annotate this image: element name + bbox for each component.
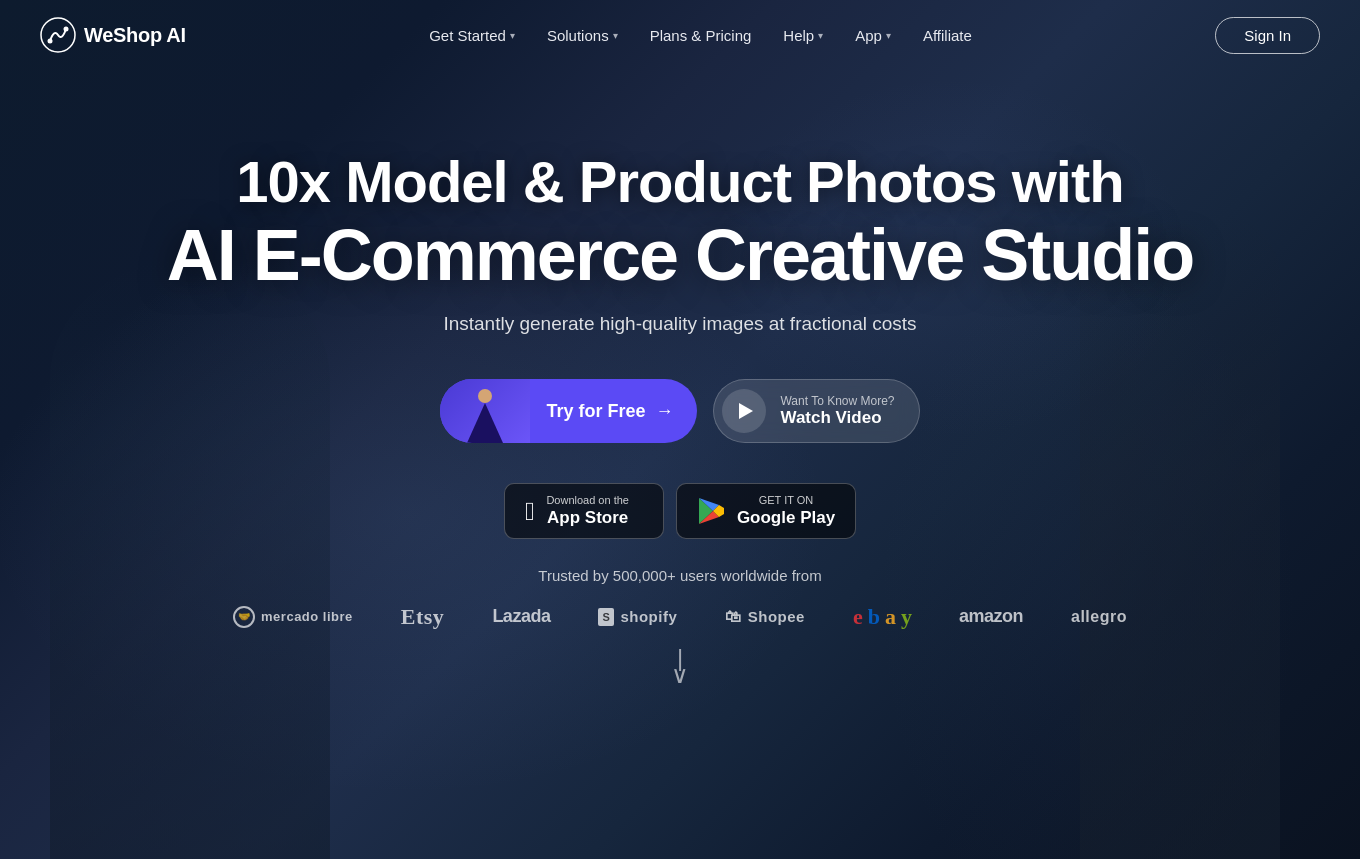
allegro-logo: allegro bbox=[1071, 608, 1127, 626]
mercado-circle-icon: 🤝 bbox=[233, 606, 255, 628]
trusted-text: Trusted by 500,000+ users worldwide from bbox=[0, 567, 1360, 584]
chevron-down-icon: ▾ bbox=[818, 30, 823, 41]
model-figure bbox=[463, 385, 508, 443]
nav-link-get-started[interactable]: Get Started ▾ bbox=[415, 19, 529, 52]
try-free-button[interactable]: Try for Free → bbox=[440, 379, 697, 443]
svg-point-2 bbox=[64, 27, 69, 32]
figure-head bbox=[478, 389, 492, 403]
brand-logos: 🤝 mercado libre Etsy Lazada S shopify 🛍 … bbox=[0, 604, 1360, 630]
apple-icon:  bbox=[525, 496, 535, 527]
nav-item-affiliate[interactable]: Affiliate bbox=[909, 19, 986, 52]
arrow-right-icon: → bbox=[655, 401, 673, 422]
navbar: WeShop AI Get Started ▾ Solutions ▾ Plan… bbox=[0, 0, 1360, 70]
watch-video-text: Want To Know More? Watch Video bbox=[780, 394, 894, 428]
watch-video-button[interactable]: Want To Know More? Watch Video bbox=[713, 379, 919, 443]
chevron-down-icon: ▾ bbox=[613, 30, 618, 41]
cta-row: Try for Free → Want To Know More? Watch … bbox=[0, 379, 1360, 443]
hero-subtitle: Instantly generate high-quality images a… bbox=[0, 313, 1360, 335]
nav-link-affiliate[interactable]: Affiliate bbox=[909, 19, 986, 52]
nav-item-help[interactable]: Help ▾ bbox=[769, 19, 837, 52]
hero-content: 10x Model & Product Photos with AI E-Com… bbox=[0, 70, 1360, 684]
lazada-logo: Lazada bbox=[492, 606, 550, 627]
shopee-logo: 🛍 Shopee bbox=[725, 608, 805, 626]
nav-item-pricing[interactable]: Plans & Pricing bbox=[636, 19, 766, 52]
nav-item-app[interactable]: App ▾ bbox=[841, 19, 905, 52]
app-store-apple-button[interactable]:  Download on the App Store bbox=[504, 483, 664, 539]
scroll-down-icon: | ∨ bbox=[671, 650, 689, 684]
ebay-logo: ebay bbox=[853, 604, 911, 630]
nav-item-get-started[interactable]: Get Started ▾ bbox=[415, 19, 529, 52]
shopify-logo: S shopify bbox=[598, 608, 677, 626]
apple-store-text: Download on the App Store bbox=[546, 494, 629, 528]
figure-dress bbox=[467, 403, 503, 443]
play-icon bbox=[722, 389, 766, 433]
hero-title-line2: AI E-Commerce Creative Studio bbox=[0, 218, 1360, 294]
logo-icon bbox=[40, 17, 76, 53]
logo[interactable]: WeShop AI bbox=[40, 17, 186, 53]
svg-point-1 bbox=[48, 39, 53, 44]
app-store-google-button[interactable]: GET IT ON Google Play bbox=[676, 483, 856, 539]
chevron-down-icon: ▾ bbox=[886, 30, 891, 41]
etsy-logo: Etsy bbox=[401, 604, 445, 630]
hero-section: WeShop AI Get Started ▾ Solutions ▾ Plan… bbox=[0, 0, 1360, 859]
nav-link-pricing[interactable]: Plans & Pricing bbox=[636, 19, 766, 52]
scroll-arrow[interactable]: | ∨ bbox=[0, 650, 1360, 684]
amazon-logo: amazon bbox=[959, 606, 1023, 627]
signin-button[interactable]: Sign In bbox=[1215, 17, 1320, 54]
play-triangle bbox=[739, 403, 753, 419]
try-free-image-area bbox=[440, 379, 530, 443]
hero-title-line1: 10x Model & Product Photos with bbox=[0, 150, 1360, 214]
google-play-icon bbox=[697, 497, 725, 525]
logo-text: WeShop AI bbox=[84, 24, 186, 47]
mercado-libre-logo: 🤝 mercado libre bbox=[233, 606, 353, 628]
google-store-text: GET IT ON Google Play bbox=[737, 494, 835, 528]
shopee-icon: 🛍 bbox=[725, 608, 742, 626]
nav-link-help[interactable]: Help ▾ bbox=[769, 19, 837, 52]
nav-link-app[interactable]: App ▾ bbox=[841, 19, 905, 52]
try-free-label: Try for Free → bbox=[530, 401, 697, 422]
nav-item-solutions[interactable]: Solutions ▾ bbox=[533, 19, 632, 52]
app-store-row:  Download on the App Store GET IT ON Go… bbox=[0, 483, 1360, 539]
nav-links: Get Started ▾ Solutions ▾ Plans & Pricin… bbox=[415, 19, 986, 52]
nav-link-solutions[interactable]: Solutions ▾ bbox=[533, 19, 632, 52]
trusted-section: Trusted by 500,000+ users worldwide from… bbox=[0, 567, 1360, 630]
shopify-s-icon: S bbox=[598, 608, 614, 626]
chevron-down-icon: ▾ bbox=[510, 30, 515, 41]
